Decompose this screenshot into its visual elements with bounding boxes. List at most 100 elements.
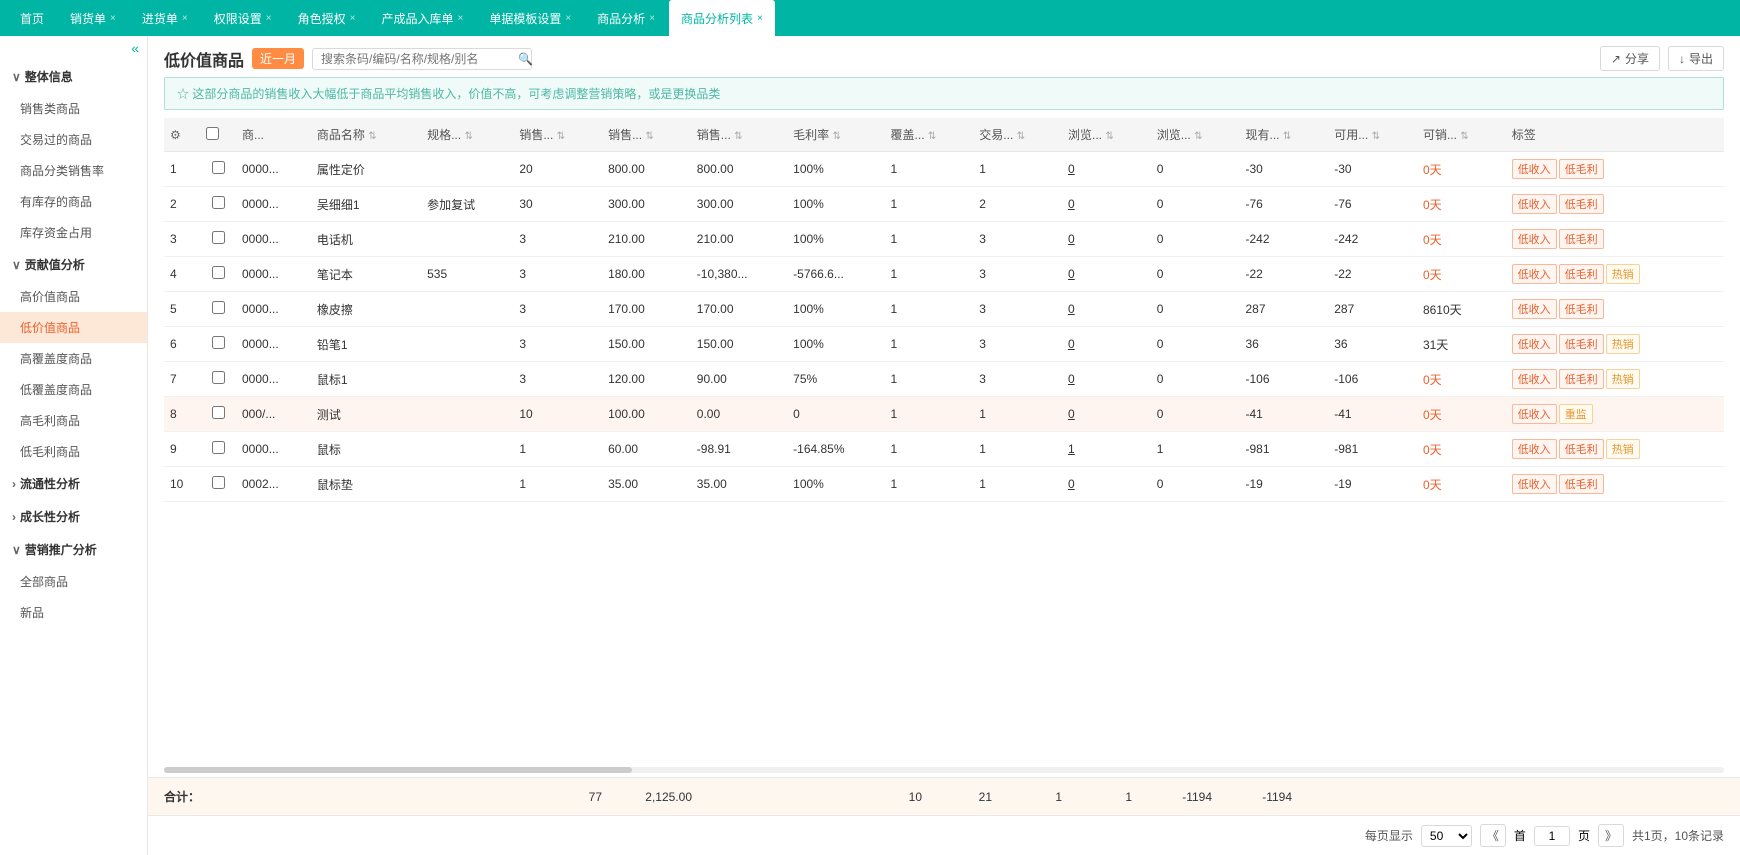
nav-sales[interactable]: 销货单 × xyxy=(58,0,128,36)
tag: 低毛利 xyxy=(1559,369,1604,389)
nav-inventory-close[interactable]: × xyxy=(457,13,463,24)
cell-browse1[interactable]: 0 xyxy=(1062,397,1151,432)
cell-cover: 1 xyxy=(885,467,974,502)
cell-browse1[interactable]: 0 xyxy=(1062,187,1151,222)
first-page-btn[interactable]: 《 xyxy=(1480,824,1506,847)
browse1-link[interactable]: 1 xyxy=(1068,442,1075,456)
nav-sales-close[interactable]: × xyxy=(110,13,116,24)
browse1-link[interactable]: 0 xyxy=(1068,372,1075,386)
sidebar-item-low-coverage[interactable]: 低覆盖度商品 xyxy=(0,374,147,405)
row-checkbox[interactable] xyxy=(212,161,225,174)
cell-checkbox[interactable] xyxy=(200,187,236,222)
row-checkbox[interactable] xyxy=(212,441,225,454)
cell-avail: -242 xyxy=(1328,222,1417,257)
sidebar-item-high-margin[interactable]: 高毛利商品 xyxy=(0,405,147,436)
nav-home[interactable]: 首页 xyxy=(8,0,56,36)
share-button[interactable]: ↗ 分享 xyxy=(1600,46,1660,71)
sidebar-item-high-coverage[interactable]: 高覆盖度商品 xyxy=(0,343,147,374)
export-button[interactable]: ↓ 导出 xyxy=(1668,46,1724,71)
cell-sale2: 300.00 xyxy=(691,187,787,222)
cell-checkbox[interactable] xyxy=(200,362,236,397)
cell-checkbox[interactable] xyxy=(200,467,236,502)
cell-browse1[interactable]: 0 xyxy=(1062,327,1151,362)
nav-purchase[interactable]: 进货单 × xyxy=(130,0,200,36)
nav-permission-close[interactable]: × xyxy=(266,13,272,24)
row-checkbox[interactable] xyxy=(212,336,225,349)
cell-checkbox[interactable] xyxy=(200,397,236,432)
summary-label: 合计： xyxy=(164,788,200,805)
sidebar-section-contribution[interactable]: ∨ 贡献值分析 xyxy=(0,248,147,281)
browse1-link[interactable]: 0 xyxy=(1068,407,1075,421)
cell-checkbox[interactable] xyxy=(200,152,236,187)
cell-checkbox[interactable] xyxy=(200,327,236,362)
summary-stock: -1194 xyxy=(1138,790,1218,804)
filter-button[interactable]: 近一月 xyxy=(252,48,304,69)
browse1-link[interactable]: 0 xyxy=(1068,267,1075,281)
sidebar-section-marketing[interactable]: ∨ 营销推广分析 xyxy=(0,533,147,566)
sidebar-item-low-value[interactable]: 低价值商品 xyxy=(0,312,147,343)
cell-sale2: 35.00 xyxy=(691,467,787,502)
cell-browse1[interactable]: 0 xyxy=(1062,257,1151,292)
search-input[interactable] xyxy=(312,48,532,70)
cell-checkbox[interactable] xyxy=(200,432,236,467)
row-checkbox[interactable] xyxy=(212,266,225,279)
page-number-input[interactable] xyxy=(1534,826,1570,846)
row-checkbox[interactable] xyxy=(212,371,225,384)
cell-checkbox[interactable] xyxy=(200,222,236,257)
browse1-link[interactable]: 0 xyxy=(1068,302,1075,316)
search-icon[interactable]: 🔍 xyxy=(518,52,533,66)
cell-browse1[interactable]: 0 xyxy=(1062,292,1151,327)
cell-browse1[interactable]: 0 xyxy=(1062,222,1151,257)
cell-checkbox[interactable] xyxy=(200,257,236,292)
nav-goods-analysis-close[interactable]: × xyxy=(649,13,655,24)
scrollbar-thumb[interactable] xyxy=(164,767,632,773)
nav-inventory[interactable]: 产成品入库单 × xyxy=(369,0,475,36)
browse1-link[interactable]: 0 xyxy=(1068,232,1075,246)
browse1-link[interactable]: 0 xyxy=(1068,337,1075,351)
nav-purchase-close[interactable]: × xyxy=(182,13,188,24)
sidebar-item-new-goods[interactable]: 新品 xyxy=(0,597,147,628)
scrollbar-track[interactable] xyxy=(164,767,1724,773)
nav-role-close[interactable]: × xyxy=(350,13,356,24)
sidebar-section-growth[interactable]: › 成长性分析 xyxy=(0,500,147,533)
page-size-select[interactable]: 50 100 200 xyxy=(1421,825,1472,847)
sidebar-item-traded-goods[interactable]: 交易过的商品 xyxy=(0,124,147,155)
row-checkbox[interactable] xyxy=(212,406,225,419)
next-page-btn[interactable]: 》 xyxy=(1598,824,1624,847)
row-checkbox[interactable] xyxy=(212,301,225,314)
col-gear[interactable]: ⚙ xyxy=(164,118,200,152)
nav-goods-list[interactable]: 商品分析列表 × xyxy=(669,0,775,36)
sidebar-item-all-goods[interactable]: 全部商品 xyxy=(0,566,147,597)
browse1-link[interactable]: 0 xyxy=(1068,197,1075,211)
nav-permission[interactable]: 权限设置 × xyxy=(202,0,284,36)
sidebar-item-high-value[interactable]: 高价值商品 xyxy=(0,281,147,312)
nav-template-close[interactable]: × xyxy=(565,13,571,24)
row-checkbox[interactable] xyxy=(212,196,225,209)
cell-browse1[interactable]: 0 xyxy=(1062,467,1151,502)
nav-template[interactable]: 单据模板设置 × xyxy=(477,0,583,36)
sidebar-item-stock-capital[interactable]: 库存资金占用 xyxy=(0,217,147,248)
cell-browse1[interactable]: 0 xyxy=(1062,362,1151,397)
sidebar-collapse-btn[interactable]: « xyxy=(131,40,139,56)
nav-role[interactable]: 角色授权 × xyxy=(286,0,368,36)
cell-browse1[interactable]: 0 xyxy=(1062,152,1151,187)
sidebar-item-category-rate[interactable]: 商品分类销售率 xyxy=(0,155,147,186)
sidebar-section-overall[interactable]: ∨ 整体信息 xyxy=(0,60,147,93)
browse1-link[interactable]: 0 xyxy=(1068,162,1075,176)
cell-browse1[interactable]: 1 xyxy=(1062,432,1151,467)
select-all-checkbox[interactable] xyxy=(206,127,219,140)
sidebar-section-circulation[interactable]: › 流通性分析 xyxy=(0,467,147,500)
col-checkbox[interactable] xyxy=(200,118,236,152)
nav-goods-analysis[interactable]: 商品分析 × xyxy=(585,0,667,36)
row-checkbox[interactable] xyxy=(212,231,225,244)
cell-trade: 1 xyxy=(973,152,1062,187)
sidebar-item-stocked-goods[interactable]: 有库存的商品 xyxy=(0,186,147,217)
cell-name: 吴细细1 xyxy=(311,187,421,222)
sidebar-item-low-margin[interactable]: 低毛利商品 xyxy=(0,436,147,467)
row-checkbox[interactable] xyxy=(212,476,225,489)
browse1-link[interactable]: 0 xyxy=(1068,477,1075,491)
table-row: 2 0000... 吴细细1 参加复试 30 300.00 300.00 100… xyxy=(164,187,1724,222)
nav-goods-list-close[interactable]: × xyxy=(757,13,763,24)
sidebar-item-sales-goods[interactable]: 销售类商品 xyxy=(0,93,147,124)
cell-checkbox[interactable] xyxy=(200,292,236,327)
